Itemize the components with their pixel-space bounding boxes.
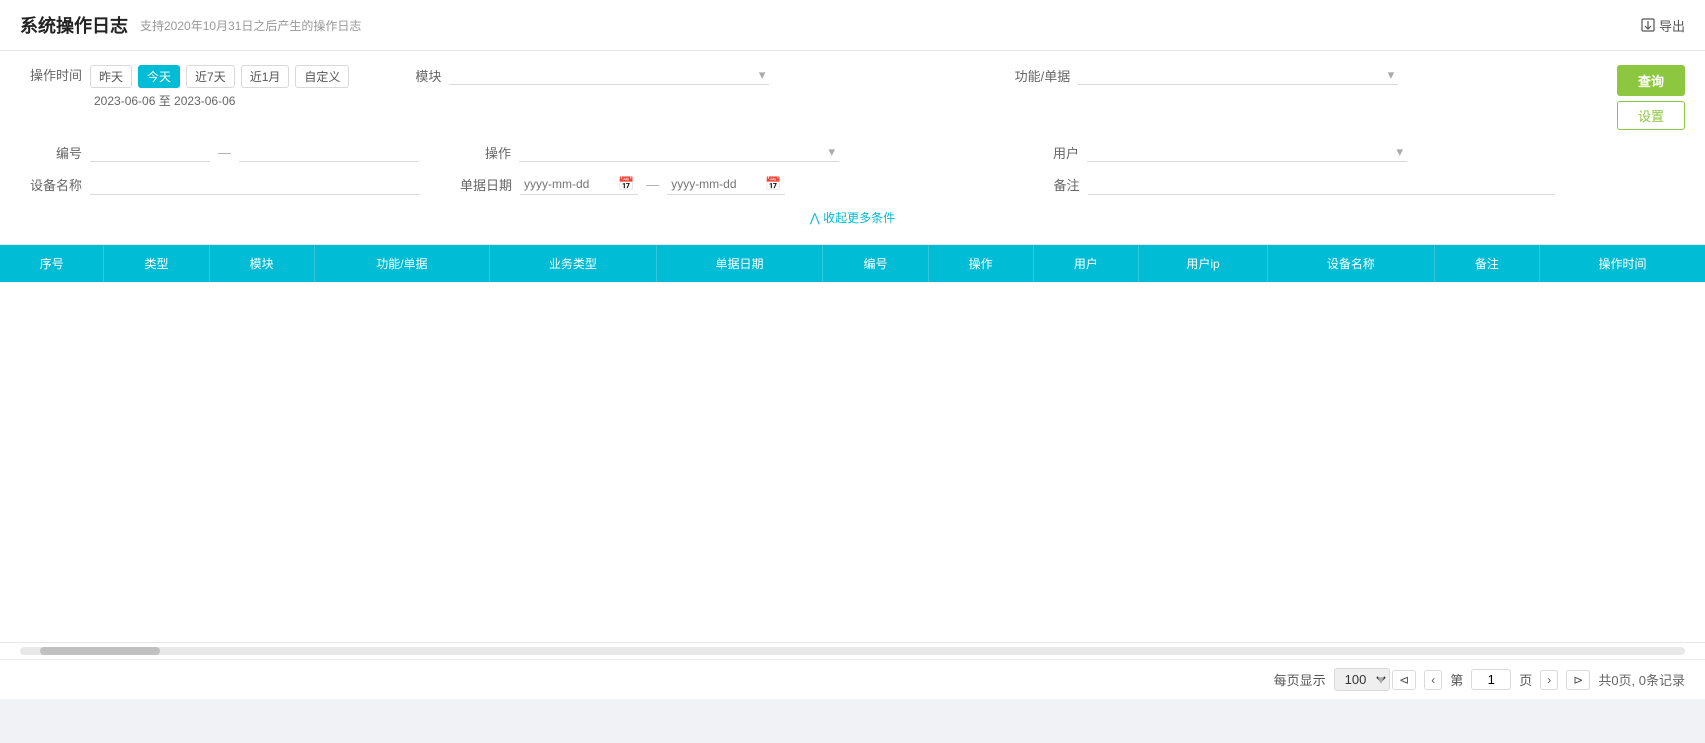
user-label: 用户	[1017, 143, 1087, 162]
module-label: 模块	[379, 66, 449, 85]
col-类型: 类型	[104, 245, 209, 282]
operation-select[interactable]	[523, 144, 835, 159]
first-page-button[interactable]: ⊲	[1392, 670, 1416, 690]
scrollbar-thumb[interactable]	[40, 647, 160, 655]
device-filter: 设备名称	[20, 175, 420, 195]
table-header: 序号类型模块功能/单据业务类型单据日期编号操作用户用户ip设备名称备注操作时间	[0, 245, 1705, 282]
doc-date-end[interactable]	[671, 177, 761, 191]
col-序号: 序号	[0, 245, 104, 282]
number-dash: —	[210, 145, 239, 160]
time-btn-7days[interactable]: 近7天	[186, 65, 235, 88]
remark-input[interactable]	[1088, 175, 1556, 195]
calendar-icon-end[interactable]: 📅	[765, 176, 781, 192]
func-chevron-icon: ▾	[1388, 67, 1395, 83]
col-操作: 操作	[928, 245, 1033, 282]
remark-label: 备注	[1018, 175, 1088, 194]
user-filter: 用户 ▾	[1017, 142, 1555, 162]
device-label: 设备名称	[20, 175, 90, 194]
func-filter: 功能/单据 ▾	[1008, 65, 1607, 85]
scroll-bar-area[interactable]	[0, 642, 1705, 659]
number-input-start[interactable]	[90, 142, 210, 162]
doc-date-filter: 单据日期 📅 — 📅	[450, 174, 988, 195]
number-filter: 编号 —	[20, 142, 419, 162]
device-input[interactable]	[90, 175, 420, 195]
user-chevron-icon: ▾	[1396, 144, 1403, 160]
number-input-end[interactable]	[239, 142, 419, 162]
date-range-display: 2023-06-06 至 2023-06-06	[94, 92, 349, 109]
user-select[interactable]	[1091, 144, 1403, 159]
total-info: 共0页, 0条记录	[1598, 670, 1685, 689]
time-filter-group: 操作时间 昨天 今天 近7天 近1月 自定义 2023-06-06 至 2023…	[20, 65, 349, 109]
next-page-button[interactable]: ›	[1540, 670, 1558, 690]
collapse-bar[interactable]: ⋀ 收起更多条件	[20, 203, 1685, 234]
operation-label: 操作	[449, 143, 519, 162]
collapse-label: 收起更多条件	[823, 211, 895, 225]
page-label: 第	[1450, 670, 1463, 689]
col-功能/单据: 功能/单据	[314, 245, 489, 282]
module-chevron-icon: ▾	[759, 67, 766, 83]
col-业务类型: 业务类型	[489, 245, 656, 282]
operation-filter: 操作 ▾	[449, 142, 987, 162]
time-btn-today[interactable]: 今天	[138, 65, 180, 88]
page-size-label: 每页显示	[1274, 670, 1326, 689]
filter-panel: 操作时间 昨天 今天 近7天 近1月 自定义 2023-06-06 至 2023…	[0, 51, 1705, 245]
header-row: 序号类型模块功能/单据业务类型单据日期编号操作用户用户ip设备名称备注操作时间	[0, 245, 1705, 282]
number-label: 编号	[20, 143, 90, 162]
export-icon	[1641, 18, 1655, 32]
page-number-input[interactable]	[1471, 669, 1511, 690]
collapse-up-icon: ⋀	[810, 211, 823, 225]
table-area: 序号类型模块功能/单据业务类型单据日期编号操作用户用户ip设备名称备注操作时间	[0, 245, 1705, 282]
date-dash: —	[638, 177, 667, 192]
col-单据日期: 单据日期	[656, 245, 823, 282]
doc-date-label: 单据日期	[450, 175, 520, 194]
calendar-icon-start[interactable]: 📅	[618, 176, 634, 192]
query-button[interactable]: 查询	[1617, 65, 1685, 96]
export-button[interactable]: 导出	[1641, 16, 1685, 35]
title-group: 系统操作日志 支持2020年10月31日之后产生的操作日志	[20, 12, 361, 38]
time-btn-1month[interactable]: 近1月	[241, 65, 290, 88]
page-header: 系统操作日志 支持2020年10月31日之后产生的操作日志 导出	[0, 0, 1705, 51]
col-用户: 用户	[1033, 245, 1138, 282]
col-模块: 模块	[209, 245, 314, 282]
col-设备名称: 设备名称	[1268, 245, 1435, 282]
module-filter: 模块 ▾	[379, 65, 978, 85]
last-page-button[interactable]: ⊳	[1566, 670, 1590, 690]
pagination-bar: 每页显示 50 100 200 ▾ ⊲ ‹ 第 页 › ⊳ 共0页, 0条记录	[0, 659, 1705, 699]
func-label: 功能/单据	[1008, 66, 1078, 85]
col-编号: 编号	[823, 245, 928, 282]
doc-date-start[interactable]	[524, 177, 614, 191]
time-label: 操作时间	[20, 65, 90, 84]
page-suffix: 页	[1519, 670, 1532, 689]
page-title: 系统操作日志	[20, 12, 128, 38]
page-size-select[interactable]: 50 100 200	[1334, 668, 1390, 691]
settings-button[interactable]: 设置	[1617, 101, 1685, 130]
data-table: 序号类型模块功能/单据业务类型单据日期编号操作用户用户ip设备名称备注操作时间	[0, 245, 1705, 282]
export-label: 导出	[1659, 16, 1685, 35]
action-buttons: 查询 设置	[1617, 65, 1685, 130]
operation-chevron-icon: ▾	[828, 144, 835, 160]
page-subtitle: 支持2020年10月31日之后产生的操作日志	[140, 17, 361, 34]
time-btn-yesterday[interactable]: 昨天	[90, 65, 132, 88]
col-用户ip: 用户ip	[1138, 245, 1267, 282]
remark-filter: 备注	[1018, 175, 1556, 195]
horizontal-scrollbar[interactable]	[20, 647, 1685, 655]
empty-area	[0, 282, 1705, 642]
prev-page-button[interactable]: ‹	[1424, 670, 1442, 690]
col-操作时间: 操作时间	[1539, 245, 1705, 282]
func-select[interactable]	[1082, 67, 1394, 82]
module-select[interactable]	[453, 67, 765, 82]
col-备注: 备注	[1434, 245, 1539, 282]
time-btn-custom[interactable]: 自定义	[295, 65, 349, 88]
